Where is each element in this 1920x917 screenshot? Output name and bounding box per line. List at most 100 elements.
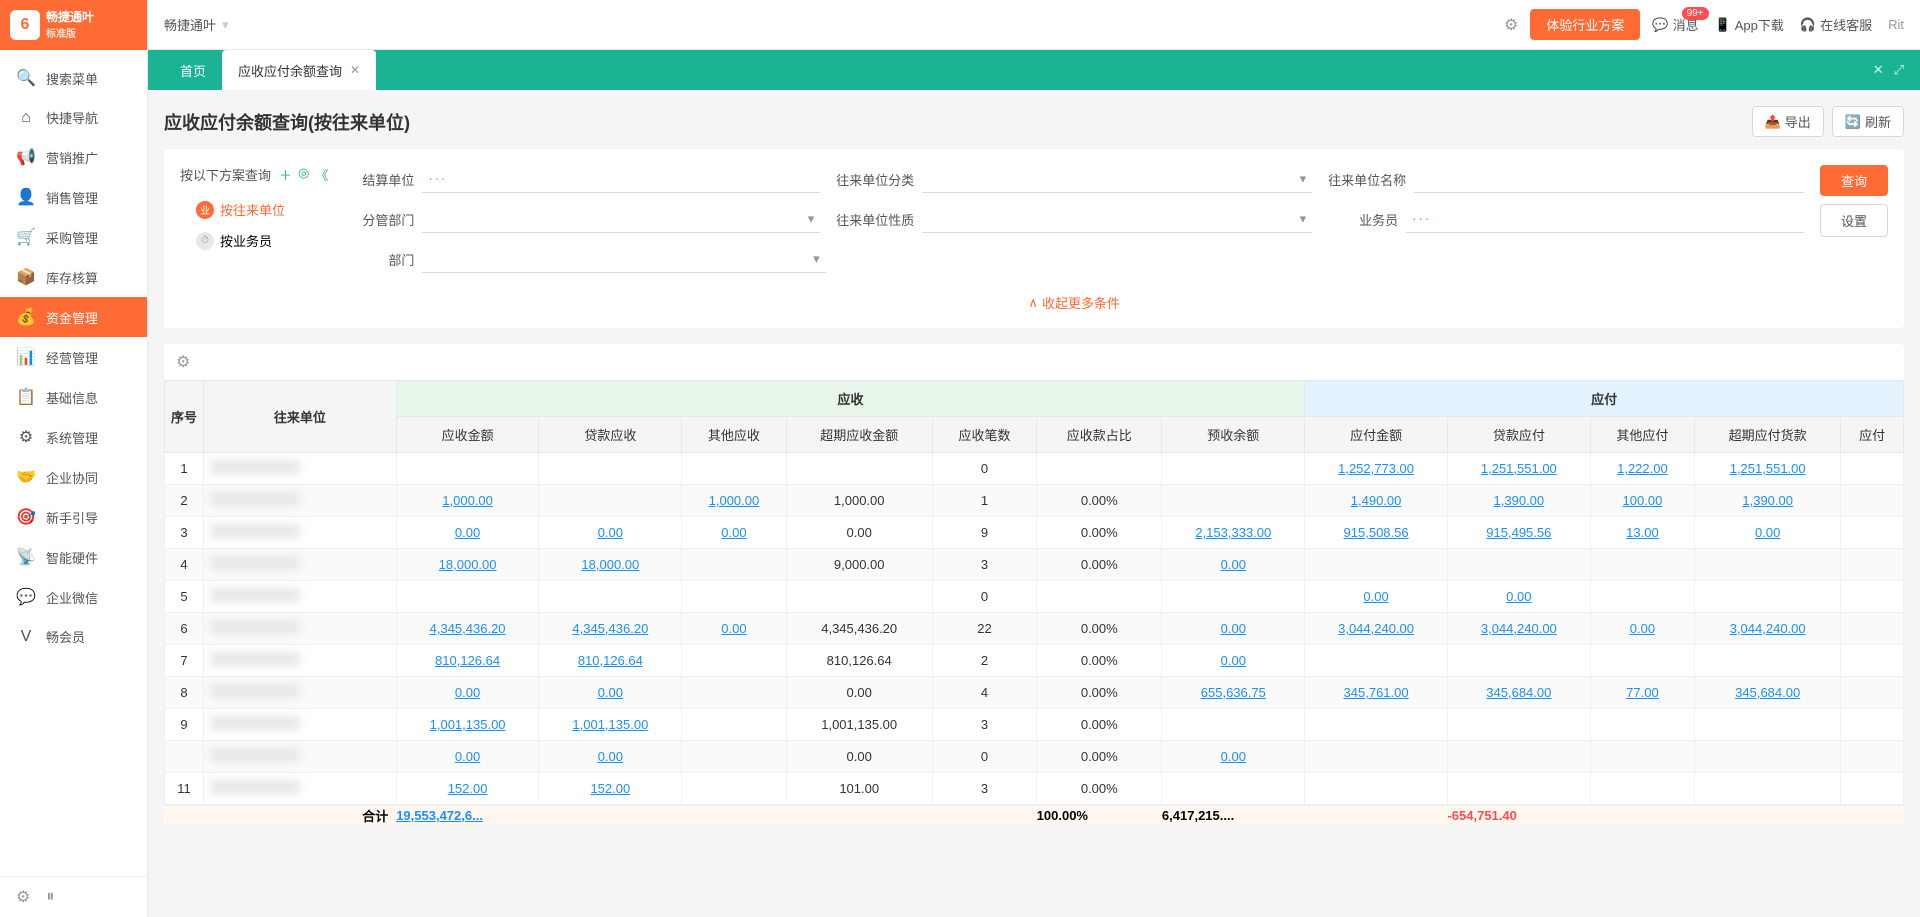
sidebar-item-label: 营销推广 xyxy=(46,148,98,167)
filter-row-3: 部门 ▾ xyxy=(344,245,1804,273)
app-download-button[interactable]: 📱 App下载 xyxy=(1715,15,1784,34)
sidebar-collapse-icon[interactable]: ⏸ xyxy=(46,888,54,906)
sidebar-item-guide[interactable]: 🎯 新手引导 xyxy=(0,497,147,537)
total-label: 合计 xyxy=(165,805,397,825)
settlement-unit-input[interactable]: ··· xyxy=(422,165,820,193)
sidebar-item-label: 销售管理 xyxy=(46,188,98,207)
salesperson-label: 业务员 xyxy=(1328,210,1398,229)
sidebar-item-wechat[interactable]: 💬 企业微信 xyxy=(0,577,147,617)
filter-collapse-btn[interactable]: ∧ 收起更多条件 xyxy=(344,285,1804,312)
scheme-list: 业 按往来单位 ⏱ 按业务员 xyxy=(188,196,328,254)
col-partner: 往来单位 xyxy=(204,381,397,453)
settings-scheme-icon[interactable]: ◎ xyxy=(298,165,309,184)
col-ap-overdue: 超期应付货款 xyxy=(1695,417,1841,453)
table-scroll[interactable]: 序号 往来单位 应收 应付 应收金额 贷款应收 其他应收 超期应收金额 应收笔数… xyxy=(164,380,1904,825)
col-seq: 序号 xyxy=(165,381,204,453)
finance-icon: 💰 xyxy=(16,307,36,327)
department-input[interactable]: ▾ xyxy=(422,205,820,233)
partner-category-input[interactable]: ▾ xyxy=(922,165,1312,193)
col-ar-count: 应收笔数 xyxy=(932,417,1036,453)
tab-close-icon[interactable]: ✕ xyxy=(350,63,360,77)
sidebar-item-sales[interactable]: 👤 销售管理 xyxy=(0,177,147,217)
add-scheme-icon[interactable]: ＋ xyxy=(279,165,292,184)
filter-dept: 部门 ▾ xyxy=(344,245,825,273)
online-support-button[interactable]: 🎧 在线客服 xyxy=(1800,15,1872,34)
page-header: 应收应付余额查询(按往来单位) 📤 导出 🔄 刷新 xyxy=(164,106,1904,137)
close-window-icon[interactable]: ✕ xyxy=(1873,62,1884,78)
dept-chevron-icon: ▾ xyxy=(813,251,820,267)
tab-ar-ap[interactable]: 应收应付余额查询 ✕ xyxy=(222,50,376,90)
filter-partner-category: 往来单位分类 ▾ xyxy=(836,165,1312,193)
partner-nature-input[interactable]: ▾ xyxy=(922,205,1312,233)
breadcrumb-text: 畅捷通叶 xyxy=(164,15,216,34)
sidebar-item-cooperation[interactable]: 🤝 企业协同 xyxy=(0,457,147,497)
sidebar-item-basic-info[interactable]: 📋 基础信息 xyxy=(0,377,147,417)
sidebar-item-operations[interactable]: 📊 经营管理 xyxy=(0,337,147,377)
app-download-label: App下载 xyxy=(1735,15,1784,34)
messages-badge: 99+ xyxy=(1682,7,1709,20)
maximize-window-icon[interactable]: ⤢ xyxy=(1894,62,1904,78)
partner-name-input[interactable] xyxy=(1414,165,1804,193)
scheme-by-partner-label: 按往来单位 xyxy=(220,200,285,219)
partner-category-chevron-icon: ▾ xyxy=(1300,171,1307,187)
basic-info-icon: 📋 xyxy=(16,387,36,407)
sidebar-item-search-menu[interactable]: 🔍 搜索菜单 xyxy=(0,58,147,98)
query-button[interactable]: 查询 xyxy=(1820,165,1888,196)
tab-home[interactable]: 首页 xyxy=(164,50,222,90)
online-support-icon: 🎧 xyxy=(1800,17,1816,33)
sidebar-item-marketing[interactable]: 📢 营销推广 xyxy=(0,137,147,177)
sidebar-item-label: 基础信息 xyxy=(46,388,98,407)
partner-nature-label: 往来单位性质 xyxy=(836,210,914,229)
sidebar-item-system[interactable]: ⚙ 系统管理 xyxy=(0,417,147,457)
department-label: 分管部门 xyxy=(344,210,414,229)
window-buttons: ✕ ⤢ xyxy=(1873,62,1904,78)
settlement-unit-dots: ··· xyxy=(428,171,447,186)
chevron-up-icon: ∧ xyxy=(1028,295,1038,311)
sidebar-item-purchase[interactable]: 🛒 采购管理 xyxy=(0,217,147,257)
table-row: 500.000.00 xyxy=(165,581,1904,613)
sidebar-item-label: 系统管理 xyxy=(46,428,98,447)
scheme-by-salesperson[interactable]: ⏱ 按业务员 xyxy=(188,227,328,254)
salesperson-input[interactable]: ··· xyxy=(1406,205,1804,233)
sidebar-item-hardware[interactable]: 📡 智能硬件 xyxy=(0,537,147,577)
filter-partner-nature: 往来单位性质 ▾ xyxy=(836,205,1312,233)
scheme-by-partner[interactable]: 业 按往来单位 xyxy=(188,196,328,223)
table-row: 91,001,135.001,001,135.001,001,135.0030.… xyxy=(165,709,1904,741)
refresh-button[interactable]: 🔄 刷新 xyxy=(1832,106,1904,137)
partner-name-label: 往来单位名称 xyxy=(1328,170,1406,189)
total-ar-amount: 19,553,472,6... xyxy=(396,805,539,825)
sidebar-item-finance[interactable]: 💰 资金管理 xyxy=(0,297,147,337)
messages-button[interactable]: 💬 消息 99+ xyxy=(1652,15,1698,34)
filter-department: 分管部门 ▾ xyxy=(344,205,820,233)
sidebar-item-member[interactable]: V 畅会员 xyxy=(0,617,147,656)
user-name: Rit xyxy=(1888,17,1904,32)
sidebar-logo: 6 畅捷通叶 标准版 xyxy=(0,0,147,50)
sidebar-item-label: 资金管理 xyxy=(46,308,98,327)
table-settings-icon[interactable]: ⚙ xyxy=(176,352,190,372)
filter-settings-button[interactable]: 设置 xyxy=(1820,204,1888,237)
sidebar-item-label: 库存核算 xyxy=(46,268,98,287)
col-ar-prepay: 预收余额 xyxy=(1162,417,1305,453)
scheme-by-partner-icon: 业 xyxy=(196,201,214,219)
scheme-by-salesperson-icon: ⏱ xyxy=(196,232,214,250)
collapse-scheme-icon[interactable]: 《 xyxy=(315,165,328,184)
filter-schemes: 按以下方案查询 ＋ ◎ 《 业 按往来单位 ⏱ xyxy=(180,165,328,312)
topbar-settings-icon[interactable]: ⚙ xyxy=(1504,15,1518,35)
sidebar-settings-icon[interactable]: ⚙ xyxy=(16,887,30,907)
settlement-unit-label: 结算单位 xyxy=(344,170,414,189)
sidebar-item-quick-nav[interactable]: ⌂ 快捷导航 xyxy=(0,98,147,137)
sidebar-item-label: 搜索菜单 xyxy=(46,69,98,88)
sidebar-item-label: 采购管理 xyxy=(46,228,98,247)
sidebar-item-inventory[interactable]: 📦 库存核算 xyxy=(0,257,147,297)
breadcrumb-chevron-icon: ▾ xyxy=(222,17,229,33)
sidebar-item-label: 畅会员 xyxy=(46,627,85,646)
sidebar-item-label: 企业协同 xyxy=(46,468,98,487)
table-row: 101,252,773.001,251,551.001,222.001,251,… xyxy=(165,453,1904,485)
export-button[interactable]: 📤 导出 xyxy=(1752,106,1824,137)
content-area: 应收应付余额查询(按往来单位) 📤 导出 🔄 刷新 按以下方案查询 xyxy=(148,90,1920,917)
sidebar: 6 畅捷通叶 标准版 🔍 搜索菜单 ⌂ 快捷导航 📢 营销推广 👤 销售管理 🛒… xyxy=(0,0,148,917)
trial-button[interactable]: 体验行业方案 xyxy=(1530,9,1640,40)
dept-input[interactable]: ▾ xyxy=(422,245,825,273)
partner-nature-chevron-icon: ▾ xyxy=(1300,211,1307,227)
table-row: 0.000.000.0000.00%0.00 xyxy=(165,741,1904,773)
